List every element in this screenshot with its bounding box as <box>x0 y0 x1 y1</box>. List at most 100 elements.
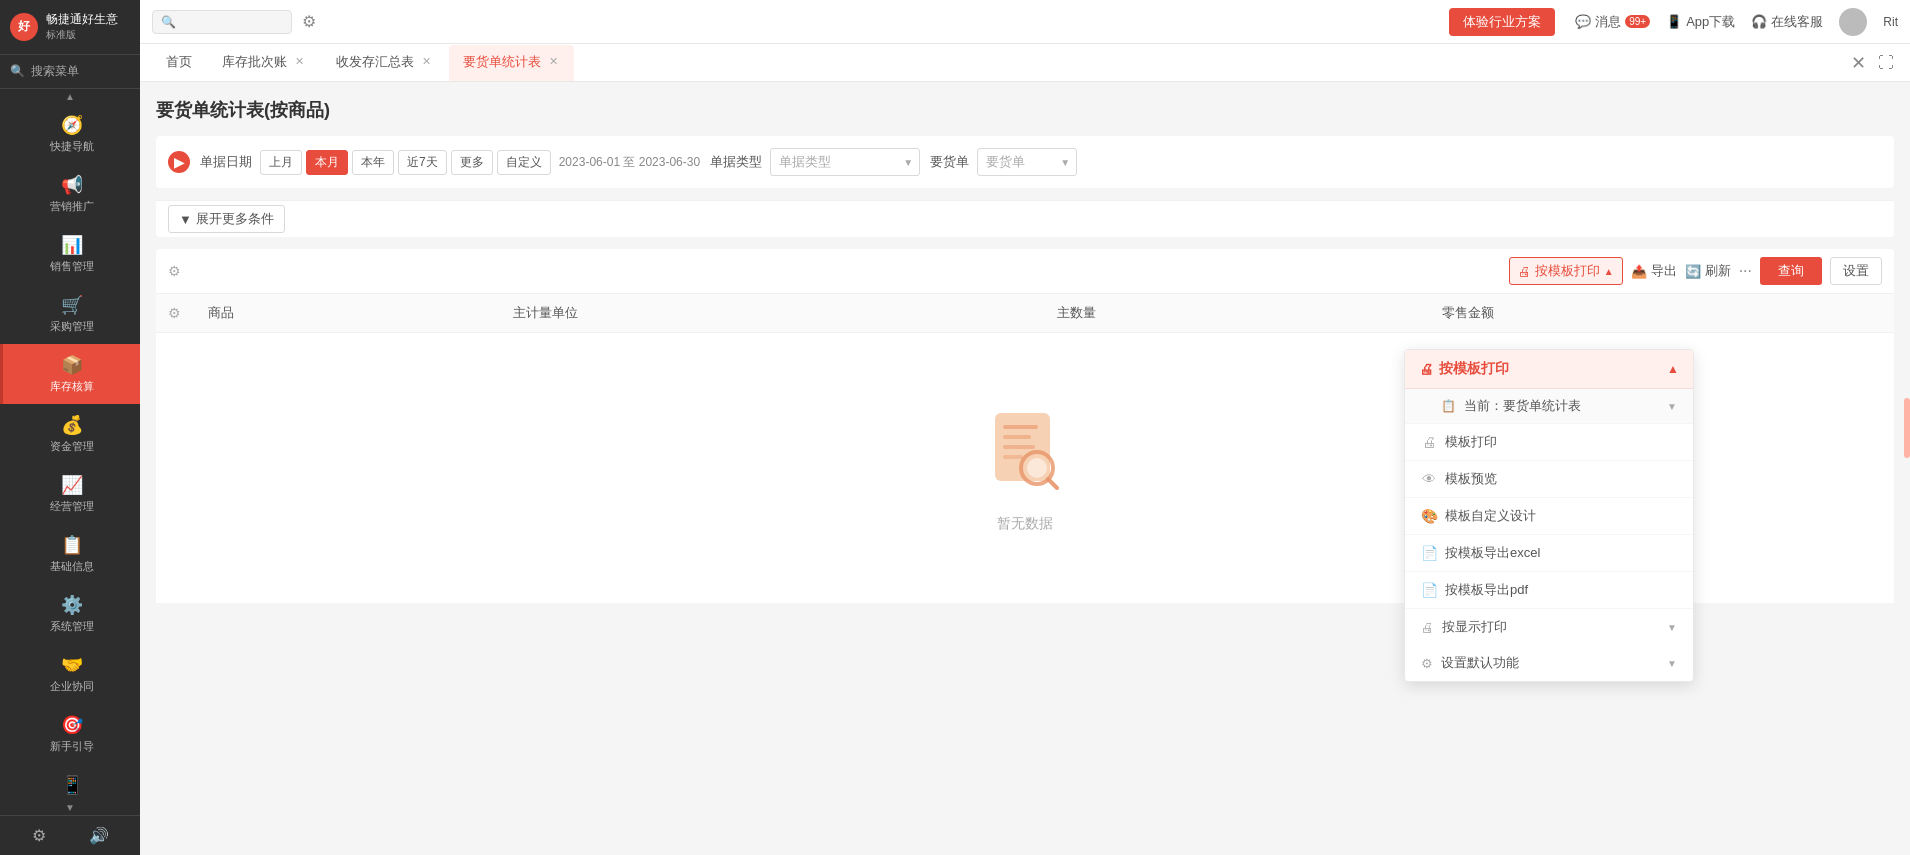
app-badge: 标准版 <box>46 28 118 42</box>
tab-receipt-summary-label: 收发存汇总表 <box>336 53 414 71</box>
query-btn[interactable]: 查询 <box>1760 257 1822 285</box>
tab-order-stats-close[interactable]: ✕ <box>547 55 560 68</box>
main-area: 🔍 ⚙ 体验行业方案 💬 消息 99+ 📱 App下载 🎧 在线客服 Rit <box>140 0 1910 855</box>
current-template-label: 当前：要货单统计表 <box>1464 397 1667 415</box>
messages-btn[interactable]: 💬 消息 99+ <box>1575 13 1650 31</box>
sidebar-item-marketing[interactable]: 📢 营销推广 <box>0 164 140 224</box>
topbar-search[interactable]: 🔍 <box>152 10 292 34</box>
dropdown-item-template-design[interactable]: 🎨 模板自定义设计 <box>1405 498 1693 535</box>
sidebar-item-basics[interactable]: 📋 基础信息 <box>0 524 140 584</box>
export-btn[interactable]: 📤 导出 <box>1631 262 1677 280</box>
scroll-up-btn[interactable]: ▲ <box>0 89 140 104</box>
footer-speaker-icon[interactable]: 🔊 <box>89 826 109 845</box>
user-avatar-btn[interactable] <box>1839 8 1867 36</box>
collab-label: 企业协同 <box>50 679 94 694</box>
marketing-icon: 📢 <box>61 174 83 196</box>
sidebar-item-collab[interactable]: 🤝 企业协同 <box>0 644 140 704</box>
export-excel-label: 按模板导出excel <box>1445 544 1540 562</box>
svg-point-6 <box>1027 458 1047 478</box>
sidebar-search[interactable]: 🔍 搜索菜单 <box>0 55 140 89</box>
export-pdf-label: 按模板导出pdf <box>1445 581 1528 599</box>
display-print-arrow-icon: ▼ <box>1667 622 1677 633</box>
tab-batch-accounts[interactable]: 库存批次账 ✕ <box>208 45 320 81</box>
tab-close-all-icon[interactable]: ✕ <box>1847 50 1870 76</box>
refresh-btn[interactable]: 🔄 刷新 <box>1685 262 1731 280</box>
7days-btn[interactable]: 近7天 <box>398 150 447 175</box>
app-download-btn[interactable]: 📱 App下载 <box>1666 13 1735 31</box>
column-settings-icon[interactable]: ⚙ <box>168 263 181 279</box>
sidebar-item-finance[interactable]: 💰 资金管理 <box>0 404 140 464</box>
dropdown-item-template-print[interactable]: 🖨 模板打印 <box>1405 424 1693 461</box>
table-area: ⚙ 🖨 按模板打印 ▲ 📤 导出 🔄 刷新 ··· <box>156 249 1894 604</box>
settings-btn[interactable]: 设置 <box>1830 257 1882 285</box>
marketing-label: 营销推广 <box>50 199 94 214</box>
online-service-btn[interactable]: 🎧 在线客服 <box>1751 13 1823 31</box>
template-design-label: 模板自定义设计 <box>1445 507 1536 525</box>
dropdown-collapse-btn[interactable]: ▲ <box>1667 362 1679 376</box>
expand-more-btn[interactable]: ▼ 展开更多条件 <box>168 205 285 233</box>
vertical-scrollbar[interactable] <box>1904 398 1910 458</box>
system-icon: ⚙️ <box>61 594 83 616</box>
dropdown-item-export-pdf[interactable]: 📄 按模板导出pdf <box>1405 572 1693 609</box>
trial-btn[interactable]: 体验行业方案 <box>1449 8 1555 36</box>
svg-rect-2 <box>1003 435 1031 439</box>
col-unit: 主计量单位 <box>501 294 1045 333</box>
this-month-btn[interactable]: 本月 <box>306 150 348 175</box>
footer-settings-icon[interactable]: ⚙ <box>32 826 46 845</box>
table-settings-icon[interactable]: ⚙ <box>168 305 181 321</box>
sidebar-item-sales[interactable]: 📊 销售管理 <box>0 224 140 284</box>
topbar-icons: 💬 消息 99+ 📱 App下载 🎧 在线客服 Rit <box>1575 8 1898 36</box>
onboarding-icon: 🎯 <box>61 714 83 736</box>
template-design-icon: 🎨 <box>1421 508 1437 524</box>
current-template-item[interactable]: 📋 当前：要货单统计表 ▼ <box>1405 389 1693 424</box>
tab-order-stats-label: 要货单统计表 <box>463 53 541 71</box>
date-range-text: 2023-06-01 至 2023-06-30 <box>559 154 700 171</box>
doctype-select[interactable]: 单据类型 ▼ <box>770 148 920 176</box>
messages-label: 消息 <box>1595 13 1621 31</box>
default-settings-left: ⚙ 设置默认功能 <box>1421 654 1519 672</box>
more-btn[interactable]: 更多 <box>451 150 493 175</box>
scroll-down-btn[interactable]: ▼ <box>0 800 140 815</box>
custom-btn[interactable]: 自定义 <box>497 150 551 175</box>
this-year-btn[interactable]: 本年 <box>352 150 394 175</box>
tab-receipt-summary[interactable]: 收发存汇总表 ✕ <box>322 45 447 81</box>
more-options-btn[interactable]: ··· <box>1739 262 1752 280</box>
order-source-select[interactable]: 要货单 ▼ <box>977 148 1077 176</box>
sales-label: 销售管理 <box>50 259 94 274</box>
svg-rect-4 <box>1003 455 1023 459</box>
dropdown-section-display-print[interactable]: 🖨 按显示打印 ▼ <box>1405 609 1693 645</box>
prev-month-btn[interactable]: 上月 <box>260 150 302 175</box>
sidebar-item-appstore[interactable]: 📱 应用中心 <box>0 764 140 800</box>
tab-home[interactable]: 首页 <box>152 45 206 81</box>
sidebar-item-inventory[interactable]: 📦 库存核算 <box>0 344 140 404</box>
date-filter-label: 单据日期 <box>200 153 252 171</box>
sidebar-item-onboarding[interactable]: 🎯 新手引导 <box>0 704 140 764</box>
sidebar-item-system[interactable]: ⚙️ 系统管理 <box>0 584 140 644</box>
filter-expand-btn[interactable]: ▶ <box>168 151 190 173</box>
print-template-btn[interactable]: 🖨 按模板打印 ▲ <box>1509 257 1623 285</box>
print-dropdown: 🖨 按模板打印 ▲ 📋 当前：要货单统计表 ▼ 🖨 模板打印 <box>1404 349 1694 682</box>
purchase-label: 采购管理 <box>50 319 94 334</box>
headset-icon: 🎧 <box>1751 14 1767 29</box>
finance-label: 资金管理 <box>50 439 94 454</box>
topbar-settings-icon[interactable]: ⚙ <box>302 12 316 31</box>
col-product: 商品 <box>196 294 501 333</box>
tab-order-stats[interactable]: 要货单统计表 ✕ <box>449 45 574 81</box>
table-toolbar: ⚙ 🖨 按模板打印 ▲ 📤 导出 🔄 刷新 ··· <box>156 249 1894 294</box>
current-template-icon: 📋 <box>1441 399 1456 413</box>
tab-maximize-icon[interactable]: ⛶ <box>1874 52 1898 74</box>
tab-batch-accounts-close[interactable]: ✕ <box>293 55 306 68</box>
dropdown-section-default-settings[interactable]: ⚙ 设置默认功能 ▼ <box>1405 645 1693 681</box>
dropdown-print-icon: 🖨 <box>1419 361 1433 377</box>
tab-receipt-summary-close[interactable]: ✕ <box>420 55 433 68</box>
sidebar-item-purchase[interactable]: 🛒 采购管理 <box>0 284 140 344</box>
dropdown-item-export-excel[interactable]: 📄 按模板导出excel <box>1405 535 1693 572</box>
sidebar-footer: ⚙ 🔊 <box>0 815 140 855</box>
print-icon: 🖨 <box>1518 264 1531 279</box>
dropdown-item-template-preview[interactable]: 👁 模板预览 <box>1405 461 1693 498</box>
sidebar-item-operations[interactable]: 📈 经营管理 <box>0 464 140 524</box>
order-source-filter: 要货单 要货单 ▼ <box>930 148 1077 176</box>
sidebar-item-quick-nav[interactable]: 🧭 快捷导航 <box>0 104 140 164</box>
purchase-icon: 🛒 <box>61 294 83 316</box>
date-filter-group: 单据日期 上月 本月 本年 近7天 更多 自定义 2023-06-01 至 20… <box>200 150 700 175</box>
